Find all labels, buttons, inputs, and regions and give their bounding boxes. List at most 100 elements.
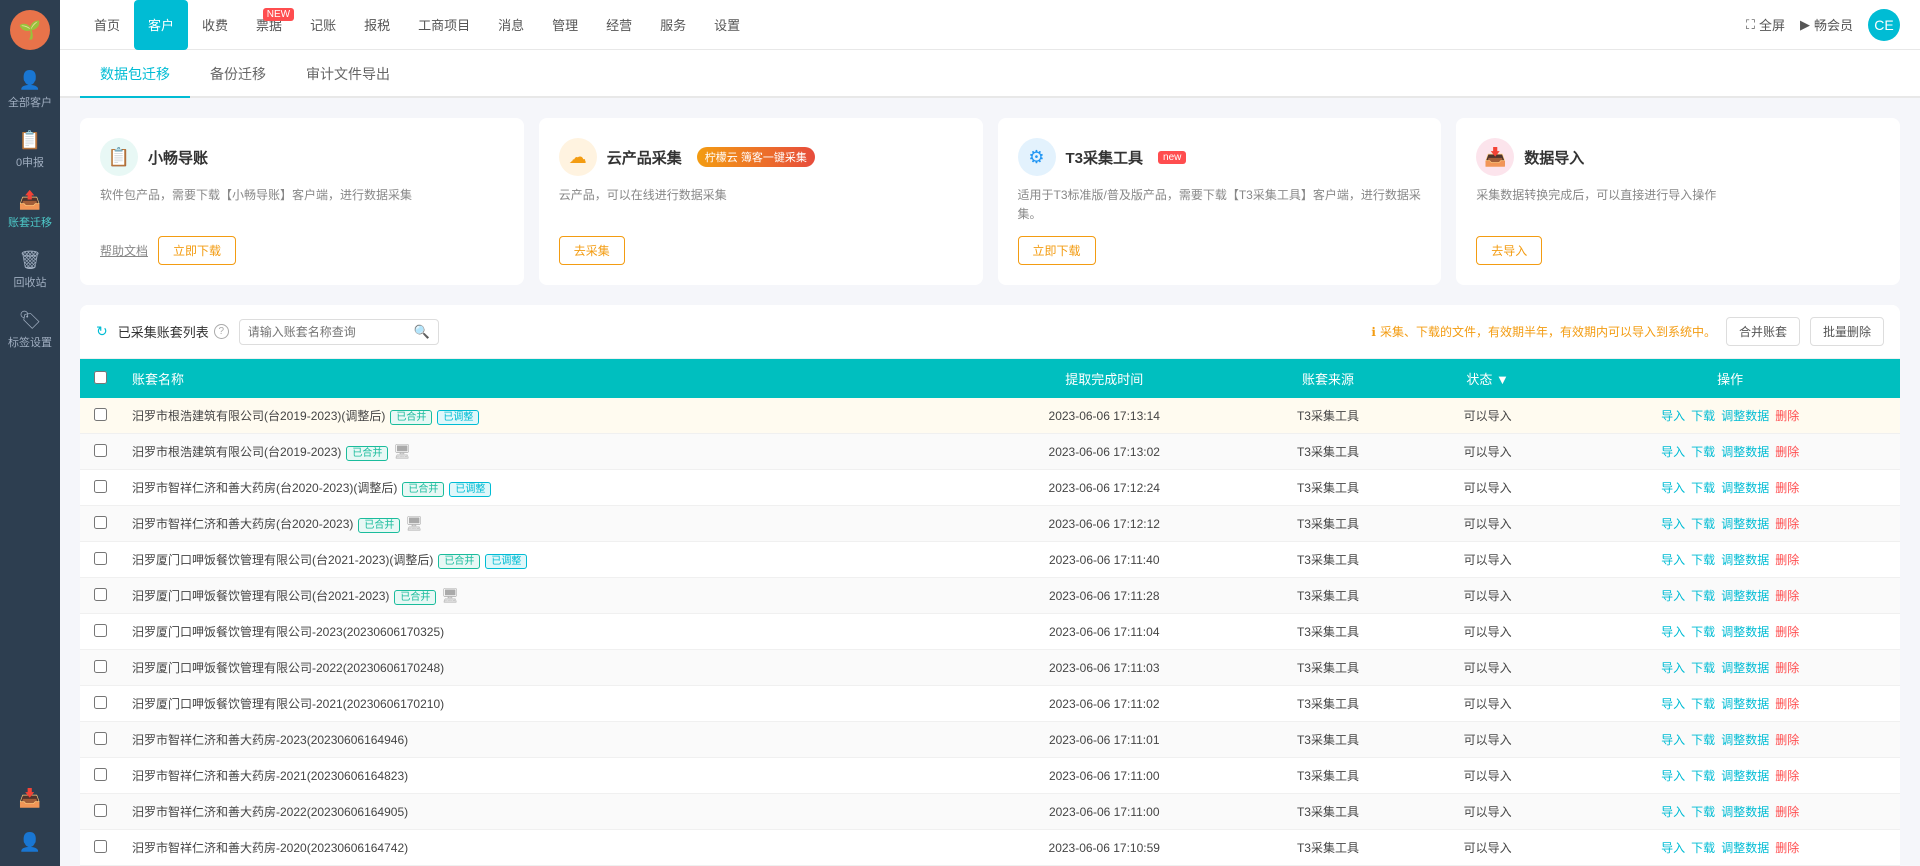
row-checkbox[interactable] (94, 588, 107, 601)
action-删除[interactable]: 删除 (1775, 409, 1799, 423)
sidebar-item-recycle[interactable]: 🗑 回收站 (0, 240, 60, 300)
help-doc-link[interactable]: 帮助文档 (100, 242, 148, 259)
nav-home[interactable]: 首页 (80, 0, 134, 50)
action-调整数据[interactable]: 调整数据 (1721, 805, 1769, 819)
action-导入[interactable]: 导入 (1661, 553, 1685, 567)
action-下载[interactable]: 下载 (1691, 661, 1715, 675)
action-删除[interactable]: 删除 (1775, 805, 1799, 819)
action-调整数据[interactable]: 调整数据 (1721, 445, 1769, 459)
action-导入[interactable]: 导入 (1661, 733, 1685, 747)
tab-backup-migration[interactable]: 备份迁移 (190, 50, 286, 98)
action-导入[interactable]: 导入 (1661, 625, 1685, 639)
action-删除[interactable]: 删除 (1775, 625, 1799, 639)
action-下载[interactable]: 下载 (1691, 841, 1715, 855)
action-导入[interactable]: 导入 (1661, 481, 1685, 495)
action-下载[interactable]: 下载 (1691, 409, 1715, 423)
action-下载[interactable]: 下载 (1691, 625, 1715, 639)
action-导入[interactable]: 导入 (1661, 517, 1685, 531)
row-checkbox[interactable] (94, 804, 107, 817)
action-导入[interactable]: 导入 (1661, 697, 1685, 711)
action-删除[interactable]: 删除 (1775, 481, 1799, 495)
select-all-checkbox[interactable] (94, 371, 107, 384)
action-下载[interactable]: 下载 (1691, 697, 1715, 711)
action-删除[interactable]: 删除 (1775, 733, 1799, 747)
action-删除[interactable]: 删除 (1775, 661, 1799, 675)
sidebar-item-profile[interactable]: 👤 (0, 822, 60, 866)
nav-tax[interactable]: 报税 (350, 0, 404, 50)
action-删除[interactable]: 删除 (1775, 445, 1799, 459)
row-checkbox[interactable] (94, 480, 107, 493)
sidebar-item-tag-settings[interactable]: 🏷 标签设置 (0, 300, 60, 360)
action-导入[interactable]: 导入 (1661, 661, 1685, 675)
nav-bookkeeping[interactable]: 记账 (296, 0, 350, 50)
action-调整数据[interactable]: 调整数据 (1721, 517, 1769, 531)
refresh-icon[interactable]: ↻ (96, 323, 108, 340)
action-导入[interactable]: 导入 (1661, 589, 1685, 603)
nav-fees[interactable]: 收费 (188, 0, 242, 50)
sidebar-item-zero-report[interactable]: 📋 0申报 (0, 120, 60, 180)
action-调整数据[interactable]: 调整数据 (1721, 553, 1769, 567)
row-checkbox[interactable] (94, 516, 107, 529)
action-下载[interactable]: 下载 (1691, 805, 1715, 819)
user-avatar[interactable]: CE (1868, 9, 1900, 41)
row-checkbox[interactable] (94, 444, 107, 457)
action-下载[interactable]: 下载 (1691, 769, 1715, 783)
action-导入[interactable]: 导入 (1661, 769, 1685, 783)
row-checkbox[interactable] (94, 624, 107, 637)
help-icon[interactable]: ? (214, 324, 229, 339)
action-删除[interactable]: 删除 (1775, 697, 1799, 711)
row-checkbox[interactable] (94, 408, 107, 421)
sidebar-item-all-clients[interactable]: 👤 全部客户 (0, 60, 60, 120)
search-input[interactable] (248, 325, 414, 339)
download-now-btn[interactable]: 立即下载 (158, 236, 236, 265)
go-import-btn[interactable]: 去导入 (1476, 236, 1542, 265)
action-下载[interactable]: 下载 (1691, 481, 1715, 495)
action-调整数据[interactable]: 调整数据 (1721, 697, 1769, 711)
row-checkbox[interactable] (94, 768, 107, 781)
action-删除[interactable]: 删除 (1775, 841, 1799, 855)
action-调整数据[interactable]: 调整数据 (1721, 589, 1769, 603)
action-删除[interactable]: 删除 (1775, 517, 1799, 531)
nav-service[interactable]: 服务 (646, 0, 700, 50)
action-调整数据[interactable]: 调整数据 (1721, 733, 1769, 747)
action-下载[interactable]: 下载 (1691, 517, 1715, 531)
action-删除[interactable]: 删除 (1775, 553, 1799, 567)
action-删除[interactable]: 删除 (1775, 589, 1799, 603)
batch-delete-btn[interactable]: 批量删除 (1810, 317, 1884, 346)
tab-audit-export[interactable]: 审计文件导出 (286, 50, 410, 98)
action-导入[interactable]: 导入 (1661, 841, 1685, 855)
action-调整数据[interactable]: 调整数据 (1721, 769, 1769, 783)
nav-operations[interactable]: 经营 (592, 0, 646, 50)
t3-download-btn[interactable]: 立即下载 (1018, 236, 1096, 265)
nav-settings[interactable]: 设置 (700, 0, 754, 50)
nav-bills[interactable]: 票据 NEW (242, 0, 296, 50)
row-checkbox[interactable] (94, 840, 107, 853)
vip-btn[interactable]: ▶ 畅会员 (1800, 15, 1853, 34)
action-下载[interactable]: 下载 (1691, 733, 1715, 747)
action-删除[interactable]: 删除 (1775, 769, 1799, 783)
action-调整数据[interactable]: 调整数据 (1721, 661, 1769, 675)
app-logo[interactable]: 🌱 (10, 10, 50, 50)
row-checkbox[interactable] (94, 732, 107, 745)
go-collect-btn[interactable]: 去采集 (559, 236, 625, 265)
sidebar-item-account-migration[interactable]: 📤 账套迁移 (0, 180, 60, 240)
sidebar-item-download[interactable]: 📥 (0, 778, 60, 822)
action-调整数据[interactable]: 调整数据 (1721, 409, 1769, 423)
tab-data-migration[interactable]: 数据包迁移 (80, 50, 190, 98)
cloud-icon[interactable]: 🖥 (441, 587, 459, 603)
nav-messages[interactable]: 消息 (484, 0, 538, 50)
action-调整数据[interactable]: 调整数据 (1721, 841, 1769, 855)
action-下载[interactable]: 下载 (1691, 553, 1715, 567)
cloud-icon[interactable]: 🖥 (405, 515, 423, 531)
row-checkbox[interactable] (94, 696, 107, 709)
nav-management[interactable]: 管理 (538, 0, 592, 50)
nav-clients[interactable]: 客户 (134, 0, 188, 50)
row-checkbox[interactable] (94, 552, 107, 565)
fullscreen-btn[interactable]: ⛶ 全屏 (1746, 15, 1785, 34)
row-checkbox[interactable] (94, 660, 107, 673)
merge-accounts-btn[interactable]: 合并账套 (1726, 317, 1800, 346)
action-导入[interactable]: 导入 (1661, 445, 1685, 459)
action-下载[interactable]: 下载 (1691, 589, 1715, 603)
action-导入[interactable]: 导入 (1661, 409, 1685, 423)
search-icon[interactable]: 🔍 (414, 324, 430, 340)
